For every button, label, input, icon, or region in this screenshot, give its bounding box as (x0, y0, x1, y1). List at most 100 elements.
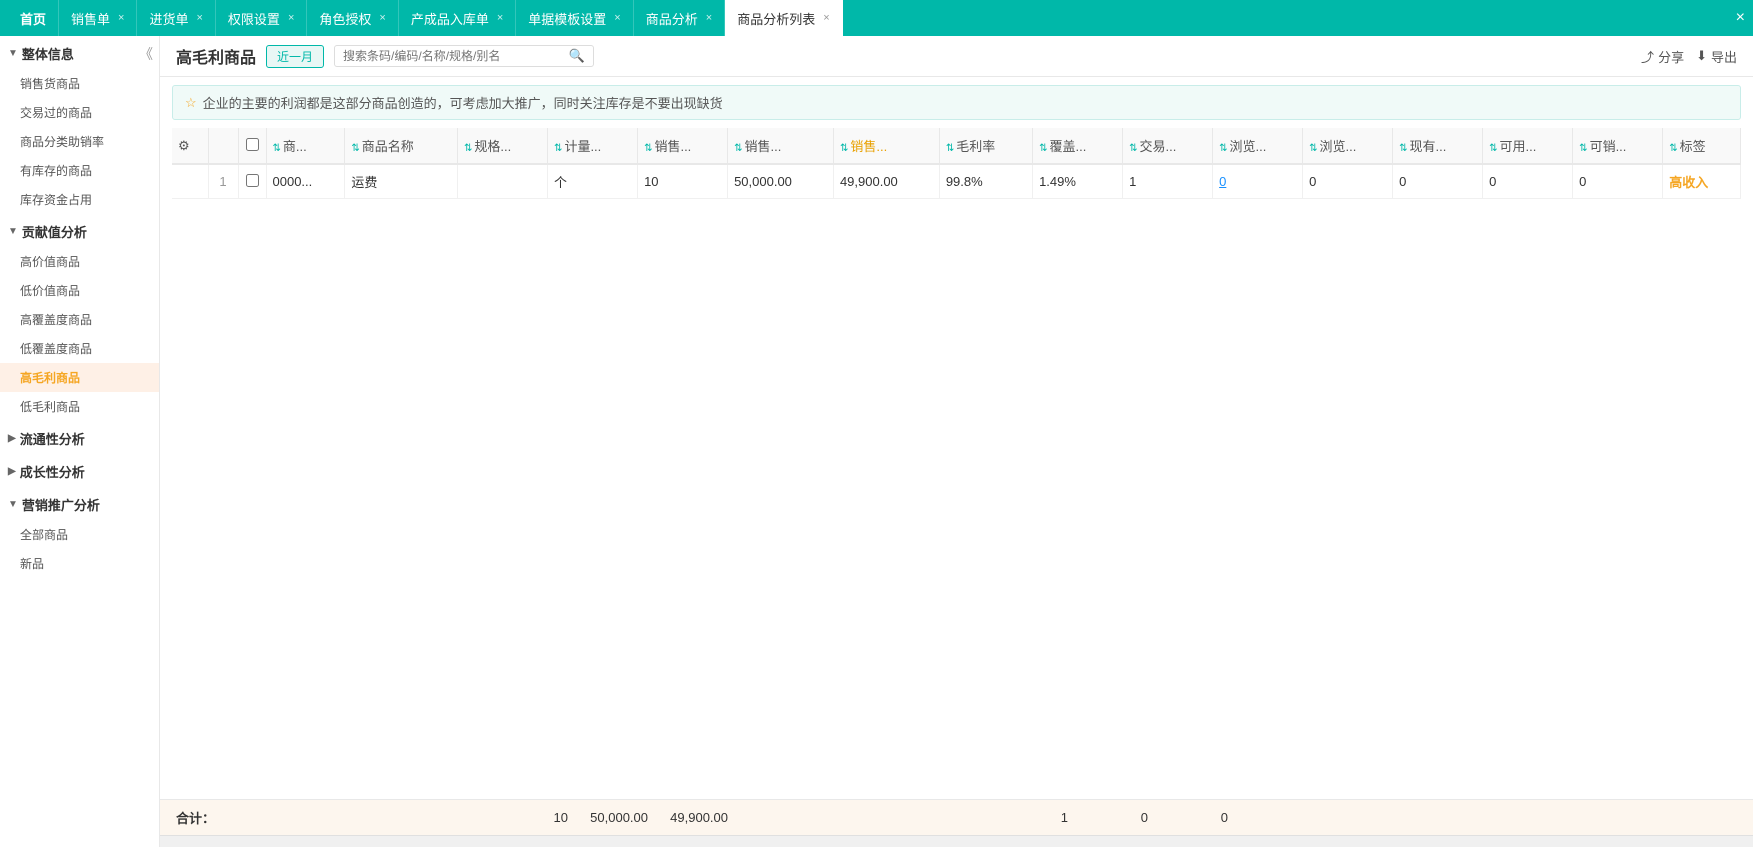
row-salescost: 49,900.00 (833, 164, 939, 199)
search-input[interactable] (343, 49, 565, 63)
sidebar-item-traded-goods[interactable]: 交易过的商品 (0, 98, 159, 127)
export-icon: ⬇ (1696, 48, 1707, 64)
row-checkbox[interactable] (246, 174, 259, 187)
col-transaction-header[interactable]: ⇅交易... (1123, 128, 1213, 164)
sidebar-item-high-coverage[interactable]: 高覆盖度商品 (0, 305, 159, 334)
page-title: 高毛利商品 (176, 44, 256, 68)
col-salescost-header[interactable]: ⇅销售... (833, 128, 939, 164)
search-icon[interactable]: 🔍 (569, 48, 585, 64)
select-all-checkbox[interactable] (246, 138, 259, 151)
nav-tab-purchase[interactable]: 进货单 × (137, 0, 215, 36)
nav-tab-role[interactable]: 角色授权 × (307, 0, 398, 36)
content-header: 高毛利商品 近一月 🔍 ⤴ 分享 ⬇ 导出 (160, 36, 1753, 77)
col-coverage-header[interactable]: ⇅覆盖... (1033, 128, 1123, 164)
sidebar-item-all-goods[interactable]: 全部商品 (0, 520, 159, 549)
row-browse1[interactable]: 0 (1213, 164, 1303, 199)
nav-tab-sales[interactable]: 销售单 × (59, 0, 137, 36)
close-icon[interactable]: × (823, 12, 829, 24)
sidebar-item-category-rate[interactable]: 商品分类助销率 (0, 127, 159, 156)
sidebar-group-marketing[interactable]: ▼ 营销推广分析 (0, 487, 159, 520)
sidebar-item-low-coverage[interactable]: 低覆盖度商品 (0, 334, 159, 363)
col-unit-header[interactable]: ⇅计量... (548, 128, 638, 164)
template-label: 单据模板设置 (528, 9, 606, 28)
nav-tab-warehouse[interactable]: 产成品入库单 × (399, 0, 516, 36)
row-unit: 个 (548, 164, 638, 199)
col-seq-header (208, 128, 238, 164)
row-currentstock: 0 (1393, 164, 1483, 199)
nav-tab-template[interactable]: 单据模板设置 × (516, 0, 633, 36)
sort-icon: ⇅ (644, 143, 652, 154)
table-row: 1 0000... 运费 个 10 50,000.00 49,900.00 99… (172, 164, 1741, 199)
close-icon[interactable]: × (379, 12, 385, 24)
share-icon: ⤴ (1641, 47, 1654, 66)
row-check[interactable] (238, 164, 266, 199)
close-icon[interactable]: × (196, 12, 202, 24)
nav-tab-permission[interactable]: 权限设置 × (216, 0, 307, 36)
sort-icon: ⇅ (554, 143, 562, 154)
close-icon[interactable]: × (288, 12, 294, 24)
col-browse1-header[interactable]: ⇅浏览... (1213, 128, 1303, 164)
export-button[interactable]: ⬇ 导出 (1696, 47, 1737, 66)
sidebar-item-sales-goods[interactable]: 销售货商品 (0, 69, 159, 98)
sort-icon: ⇅ (1039, 143, 1047, 154)
share-button[interactable]: ⤴ 分享 (1641, 47, 1684, 66)
col-margin-header[interactable]: ⇅毛利率 (939, 128, 1032, 164)
date-filter-button[interactable]: 近一月 (266, 45, 324, 68)
group-arrow-icon: ▼ (8, 226, 18, 237)
col-code-header[interactable]: ⇅商... (266, 128, 345, 164)
table-container[interactable]: ⚙ ⇅商... ⇅商品名称 ⇅规格... ⇅计量... ⇅销售... ⇅销售..… (160, 128, 1753, 799)
sidebar-item-inventory-capital[interactable]: 库存资金占用 (0, 185, 159, 214)
permission-label: 权限设置 (228, 9, 280, 28)
footer-cells: 10 50,000.00 49,900.00 1 0 0 (296, 810, 1236, 825)
nav-tab-home[interactable]: 首页 (8, 0, 59, 36)
sidebar-group-contribution[interactable]: ▼ 贡献值分析 (0, 214, 159, 247)
sort-icon: ⇅ (1309, 143, 1317, 154)
row-salesamt: 50,000.00 (728, 164, 834, 199)
col-available-header[interactable]: ⇅可用... (1483, 128, 1573, 164)
group-label: 贡献值分析 (22, 222, 87, 241)
sidebar-group-liquidity[interactable]: ▶ 流通性分析 (0, 421, 159, 454)
sort-icon: ⇅ (1669, 143, 1677, 154)
sidebar-item-high-value[interactable]: 高价值商品 (0, 247, 159, 276)
row-margin: 99.8% (939, 164, 1032, 199)
window-close-icon[interactable]: × (1736, 9, 1745, 27)
sidebar-item-low-value[interactable]: 低价值商品 (0, 276, 159, 305)
col-name-header[interactable]: ⇅商品名称 (345, 128, 458, 164)
col-salesqty-header[interactable]: ⇅销售... (638, 128, 728, 164)
header-actions: ⤴ 分享 ⬇ 导出 (1641, 47, 1737, 66)
col-browse2-header[interactable]: ⇅浏览... (1303, 128, 1393, 164)
close-icon[interactable]: × (706, 12, 712, 24)
sort-icon: ⇅ (1399, 143, 1407, 154)
close-icon[interactable]: × (497, 12, 503, 24)
analysis-label: 商品分析 (646, 9, 698, 28)
row-spec (458, 164, 548, 199)
col-actions-header[interactable]: ⚙ (172, 128, 208, 164)
sort-icon: ⇅ (464, 143, 472, 154)
close-icon[interactable]: × (614, 12, 620, 24)
nav-tab-analysis[interactable]: 商品分析 × (634, 0, 725, 36)
row-salesqty: 10 (638, 164, 728, 199)
table-body: 1 0000... 运费 个 10 50,000.00 49,900.00 99… (172, 164, 1741, 199)
main-layout: 《 ▼ 整体信息 销售货商品 交易过的商品 商品分类助销率 有库存的商品 库存资… (0, 36, 1753, 847)
col-salesamt-header[interactable]: ⇅销售... (728, 128, 834, 164)
nav-tab-analysis-list[interactable]: 商品分析列表 × (725, 0, 842, 36)
sidebar-item-new-goods[interactable]: 新品 (0, 549, 159, 578)
sidebar-item-instock-goods[interactable]: 有库存的商品 (0, 156, 159, 185)
sidebar-item-low-margin[interactable]: 低毛利商品 (0, 392, 159, 421)
sort-icon: ⇅ (1579, 143, 1587, 154)
close-icon[interactable]: × (118, 12, 124, 24)
sidebar-collapse-button[interactable]: 《 (139, 44, 153, 64)
home-label: 首页 (20, 9, 46, 28)
col-check-header[interactable] (238, 128, 266, 164)
group-label: 营销推广分析 (22, 495, 100, 514)
bottom-scrollbar[interactable] (160, 835, 1753, 847)
col-tag-header[interactable]: ⇅标签 (1663, 128, 1741, 164)
col-currentstock-header[interactable]: ⇅现有... (1393, 128, 1483, 164)
sidebar-group-growth[interactable]: ▶ 成长性分析 (0, 454, 159, 487)
sidebar-item-high-margin[interactable]: 高毛利商品 (0, 363, 159, 392)
col-spec-header[interactable]: ⇅规格... (458, 128, 548, 164)
sidebar-group-overview[interactable]: ▼ 整体信息 (0, 36, 159, 69)
top-nav: 首页 销售单 × 进货单 × 权限设置 × 角色授权 × 产成品入库单 × 单据… (0, 0, 1753, 36)
export-label: 导出 (1711, 47, 1737, 66)
col-sellable-header[interactable]: ⇅可销... (1573, 128, 1663, 164)
